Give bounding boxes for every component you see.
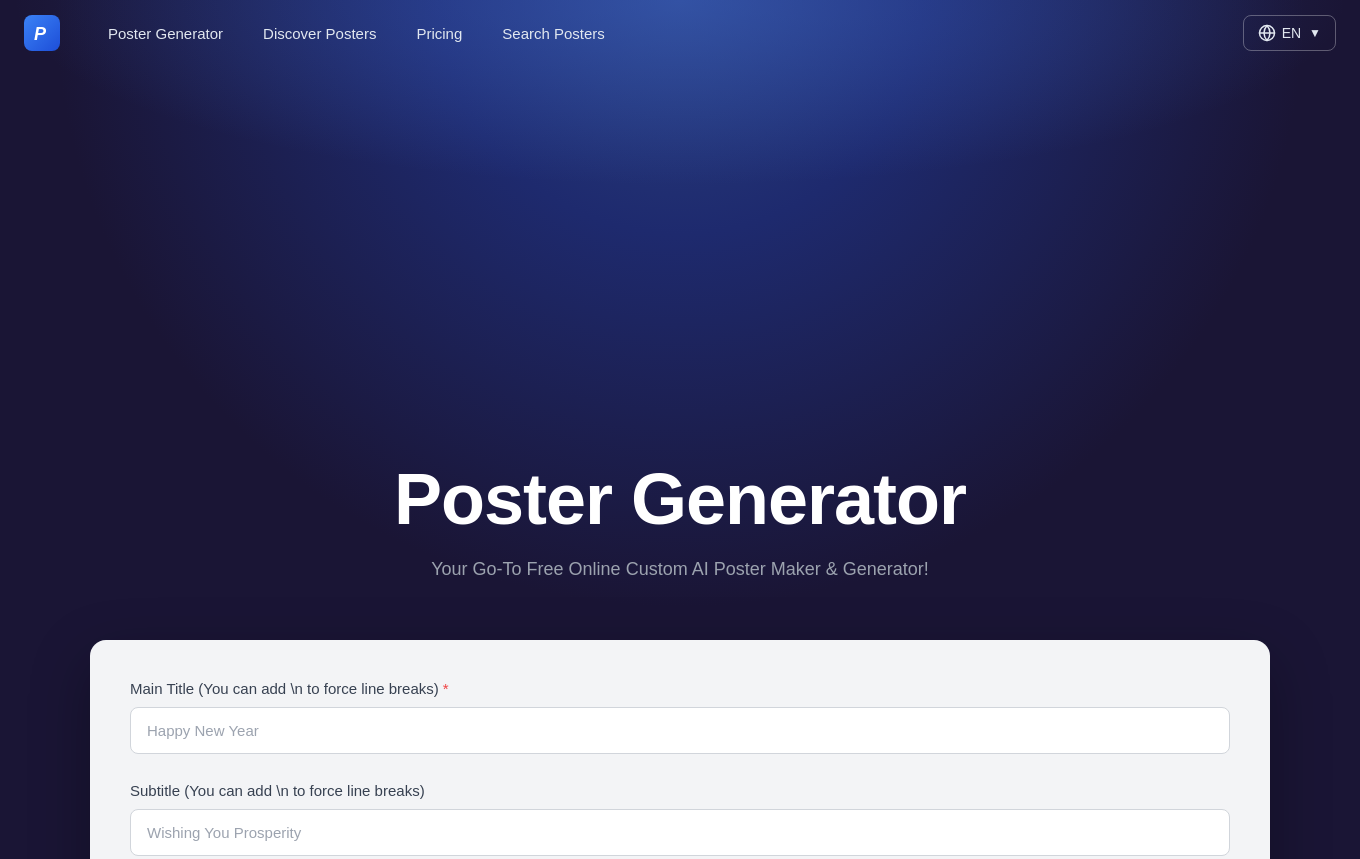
main-title-input[interactable] [130, 707, 1230, 754]
subtitle-label: Subtitle (You can add \n to force line b… [130, 782, 1230, 799]
navbar: P Poster Generator Discover Posters Pric… [0, 0, 1360, 66]
hero-subtitle: Your Go-To Free Online Custom AI Poster … [394, 559, 966, 580]
required-star: * [443, 680, 449, 697]
language-selector[interactable]: EN ▼ [1243, 15, 1336, 51]
main-title-field: Main Title (You can add \n to force line… [130, 680, 1230, 754]
main-title-label: Main Title (You can add \n to force line… [130, 680, 1230, 697]
logo[interactable]: P [24, 15, 60, 51]
nav-discover-posters[interactable]: Discover Posters [247, 17, 392, 50]
hero-content: Poster Generator Your Go-To Free Online … [394, 460, 966, 580]
subtitle-field: Subtitle (You can add \n to force line b… [130, 782, 1230, 856]
nav-right: EN ▼ [1243, 15, 1336, 51]
language-code: EN [1282, 25, 1301, 41]
hero-section: Poster Generator Your Go-To Free Online … [0, 0, 1360, 660]
globe-icon [1258, 24, 1276, 42]
nav-pricing[interactable]: Pricing [400, 17, 478, 50]
hero-title: Poster Generator [394, 460, 966, 539]
nav-search-posters[interactable]: Search Posters [486, 17, 621, 50]
nav-poster-generator[interactable]: Poster Generator [92, 17, 239, 50]
logo-icon: P [24, 15, 60, 51]
nav-links: Poster Generator Discover Posters Pricin… [92, 17, 1243, 50]
chevron-down-icon: ▼ [1309, 26, 1321, 40]
form-section: Main Title (You can add \n to force line… [90, 640, 1270, 859]
subtitle-input[interactable] [130, 809, 1230, 856]
svg-text:P: P [34, 24, 47, 44]
